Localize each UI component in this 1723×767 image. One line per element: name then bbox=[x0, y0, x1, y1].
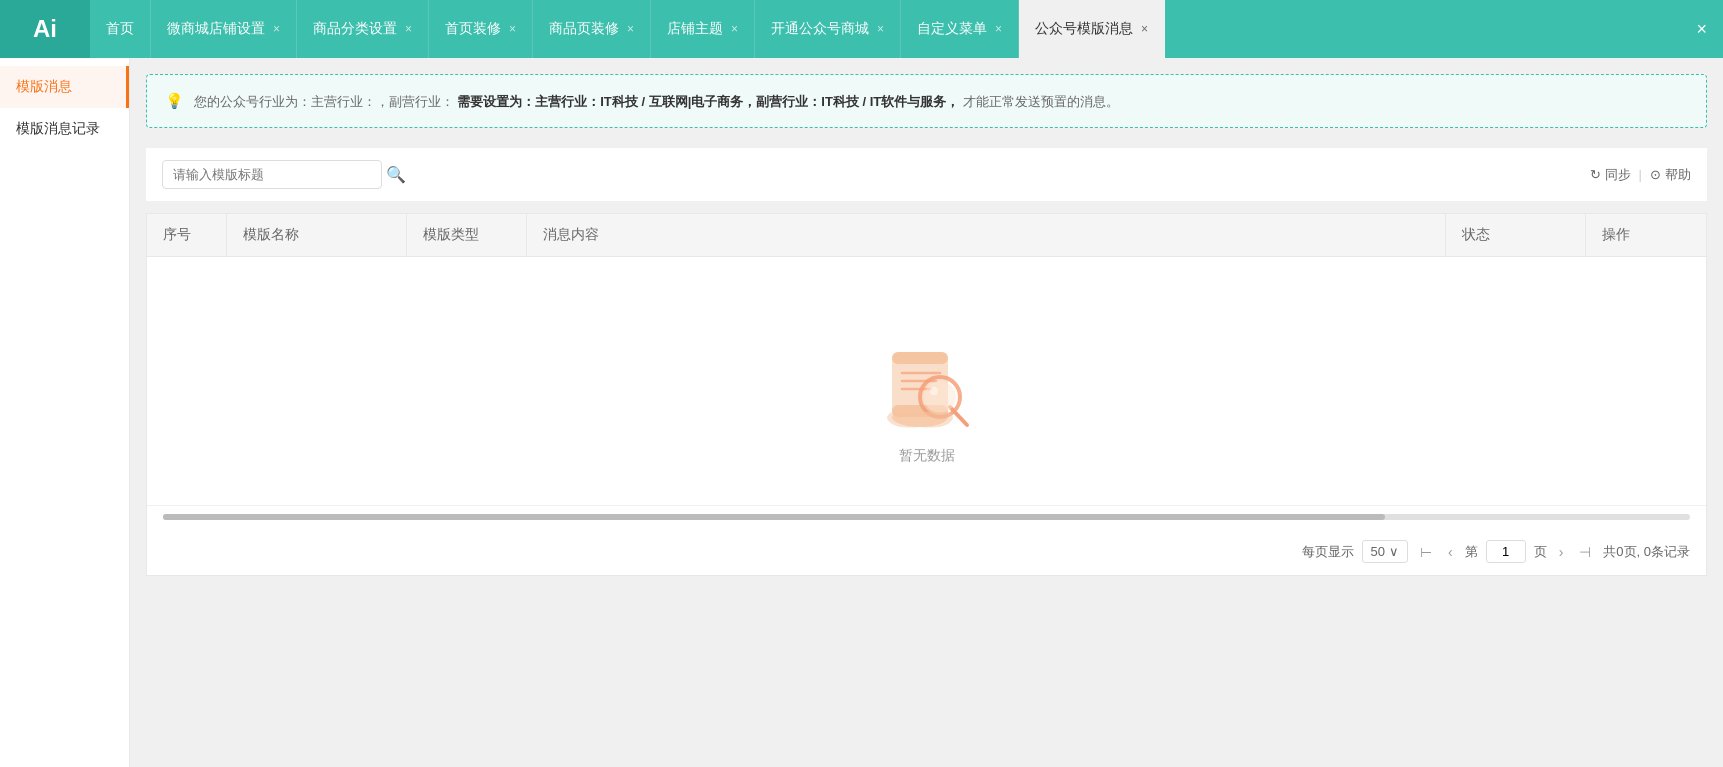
last-page-button[interactable]: ⊣ bbox=[1575, 542, 1595, 562]
col-name: 模版名称 bbox=[227, 214, 407, 256]
nav-tab-homepage-decor[interactable]: 首页装修 × bbox=[429, 0, 533, 58]
close-tab-store-settings[interactable]: × bbox=[273, 22, 280, 36]
top-navigation: Ai 首页 微商城店铺设置 × 商品分类设置 × 首页装修 × 商品页装修 × … bbox=[0, 0, 1723, 58]
notice-banner: 💡 您的公众号行业为：主营行业：，副营行业： 需要设置为：主营行业：IT科技 /… bbox=[146, 74, 1707, 128]
close-tab-template[interactable]: × bbox=[1141, 22, 1148, 36]
prev-page-button[interactable]: ‹ bbox=[1444, 542, 1457, 562]
close-tab-homepage[interactable]: × bbox=[509, 22, 516, 36]
help-button[interactable]: ⊙ 帮助 bbox=[1650, 166, 1691, 184]
nav-tab-custom-menu[interactable]: 自定义菜单 × bbox=[901, 0, 1019, 58]
empty-state: 暂无数据 bbox=[147, 257, 1706, 505]
pagination-row: 每页显示 50 ∨ ⊢ ‹ 第 页 › ⊣ 共0页, 0条记录 bbox=[147, 528, 1706, 575]
col-action: 操作 bbox=[1586, 214, 1706, 256]
nav-tab-store-settings[interactable]: 微商城店铺设置 × bbox=[151, 0, 297, 58]
search-icon: 🔍 bbox=[386, 166, 406, 183]
next-page-button[interactable]: › bbox=[1555, 542, 1568, 562]
table-container: 序号 模版名称 模版类型 消息内容 状态 操作 bbox=[146, 213, 1707, 576]
search-left: 🔍 bbox=[162, 160, 406, 189]
scrollbar-thumb[interactable] bbox=[163, 514, 1385, 520]
close-tab-mall[interactable]: × bbox=[877, 22, 884, 36]
divider: | bbox=[1639, 167, 1642, 182]
svg-rect-2 bbox=[892, 352, 948, 364]
empty-text: 暂无数据 bbox=[899, 447, 955, 465]
app-logo: Ai bbox=[0, 0, 90, 58]
svg-point-10 bbox=[930, 387, 938, 395]
nav-tab-open-mall[interactable]: 开通公众号商城 × bbox=[755, 0, 901, 58]
sidebar-item-template-records[interactable]: 模版消息记录 bbox=[0, 108, 129, 150]
search-button[interactable]: 🔍 bbox=[386, 165, 406, 184]
page-label: 页 bbox=[1534, 543, 1547, 561]
nav-tab-store-theme[interactable]: 店铺主题 × bbox=[651, 0, 755, 58]
content-area: 💡 您的公众号行业为：主营行业：，副营行业： 需要设置为：主营行业：IT科技 /… bbox=[130, 58, 1723, 767]
nav-tab-home[interactable]: 首页 bbox=[90, 0, 151, 58]
nav-tab-category-settings[interactable]: 商品分类设置 × bbox=[297, 0, 429, 58]
close-tab-product[interactable]: × bbox=[627, 22, 634, 36]
sidebar: 模版消息 模版消息记录 bbox=[0, 58, 130, 767]
sync-icon: ↻ bbox=[1590, 167, 1601, 182]
search-right: ↻ 同步 | ⊙ 帮助 bbox=[1590, 166, 1691, 184]
col-type: 模版类型 bbox=[407, 214, 527, 256]
sync-button[interactable]: ↻ 同步 bbox=[1590, 166, 1631, 184]
help-icon: ⊙ bbox=[1650, 167, 1661, 182]
col-index: 序号 bbox=[147, 214, 227, 256]
close-tab-menu[interactable]: × bbox=[995, 22, 1002, 36]
empty-illustration bbox=[862, 317, 992, 447]
nav-tab-product-decor[interactable]: 商品页装修 × bbox=[533, 0, 651, 58]
table-header: 序号 模版名称 模版类型 消息内容 状态 操作 bbox=[147, 214, 1706, 257]
chevron-down-icon: ∨ bbox=[1389, 544, 1399, 559]
col-content: 消息内容 bbox=[527, 214, 1446, 256]
page-summary: 共0页, 0条记录 bbox=[1603, 543, 1690, 561]
main-layout: 模版消息 模版消息记录 💡 您的公众号行业为：主营行业：，副营行业： 需要设置为… bbox=[0, 58, 1723, 767]
search-row: 🔍 ↻ 同步 | ⊙ 帮助 bbox=[146, 148, 1707, 201]
page-number-input[interactable] bbox=[1486, 540, 1526, 563]
col-status: 状态 bbox=[1446, 214, 1586, 256]
nav-tab-template-msg[interactable]: 公众号模版消息 × bbox=[1019, 0, 1165, 58]
scrollbar-track bbox=[163, 514, 1690, 520]
scrollbar-area bbox=[147, 505, 1706, 528]
first-page-button[interactable]: ⊢ bbox=[1416, 542, 1436, 562]
page-size-select[interactable]: 50 ∨ bbox=[1362, 540, 1408, 563]
close-tab-theme[interactable]: × bbox=[731, 22, 738, 36]
lightbulb-icon: 💡 bbox=[165, 92, 184, 109]
search-input[interactable] bbox=[162, 160, 382, 189]
svg-point-9 bbox=[924, 381, 956, 413]
page-di-label: 第 bbox=[1465, 543, 1478, 561]
page-size-label: 每页显示 bbox=[1302, 543, 1354, 561]
close-tab-category[interactable]: × bbox=[405, 22, 412, 36]
sidebar-item-template-msg[interactable]: 模版消息 bbox=[0, 66, 129, 108]
close-all-tabs[interactable]: × bbox=[1680, 19, 1723, 40]
nav-tabs-container: 首页 微商城店铺设置 × 商品分类设置 × 首页装修 × 商品页装修 × 店铺主… bbox=[90, 0, 1680, 58]
